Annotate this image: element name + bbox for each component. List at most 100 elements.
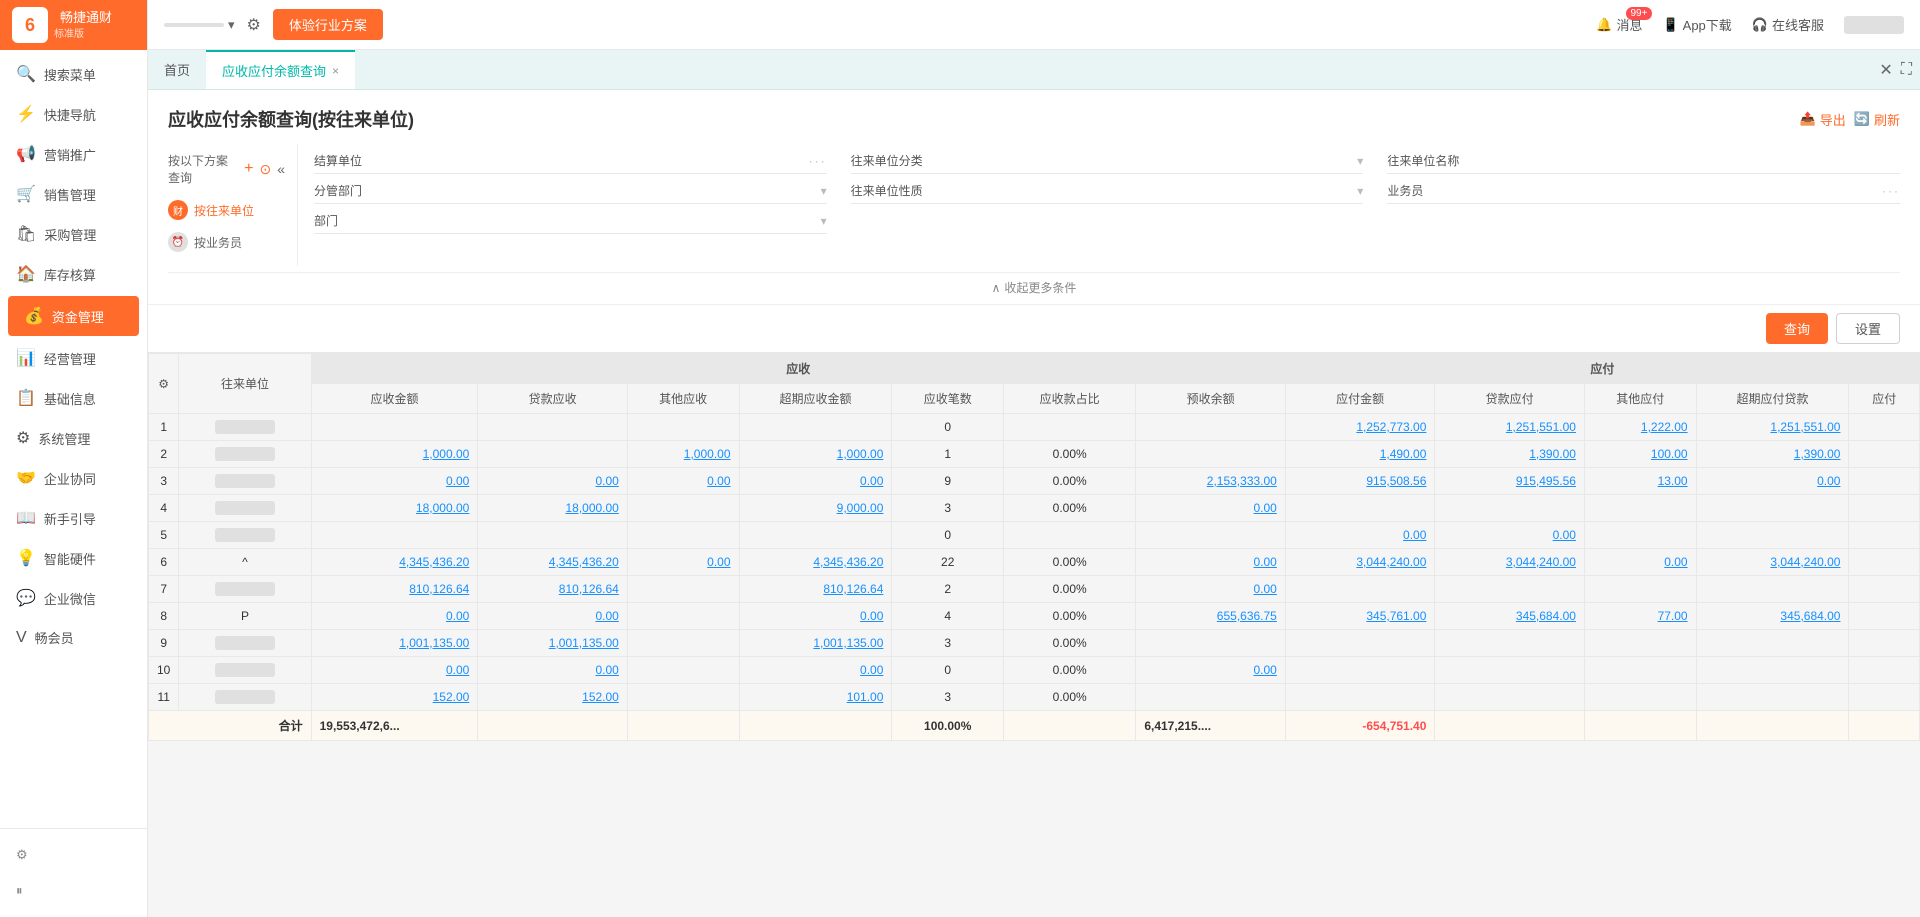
table-settings-icon[interactable]: ⚙	[158, 377, 169, 391]
refresh-icon: 🔄	[1854, 111, 1870, 127]
filter-item-dept: 分管部门 ▾	[314, 182, 827, 204]
tab-bar: 首页 应收应付余额查询 × ✕ ⛶	[148, 50, 1920, 90]
setting-button[interactable]: 设置	[1836, 313, 1900, 344]
sidebar-menu: 🔍 搜索菜单 ⚡ 快捷导航 📢 营销推广 🛒 销售管理 🛍 采购管理 🏠 库存核…	[0, 50, 147, 828]
scheme-label: 按以下方案查询	[168, 152, 238, 186]
company-selector[interactable]: ▾	[164, 17, 235, 33]
sidebar-item-sales[interactable]: 🛒 销售管理	[0, 174, 147, 214]
sidebar-settings-btn[interactable]: ⚙	[0, 837, 147, 873]
sidebar-collapse-btn[interactable]: ⏸	[0, 873, 147, 909]
operations-icon: 📊	[16, 348, 36, 368]
col-other-pay: 其他应付	[1584, 384, 1696, 414]
top-right-actions: 🔔 消息 99+ 📱 App下载 🎧 在线客服	[1596, 15, 1904, 34]
notification-badge: 99+	[1626, 7, 1653, 20]
query-option-salesman[interactable]: ⏰ 按业务员	[168, 226, 285, 258]
company-name	[164, 23, 224, 27]
col-settings: ⚙	[149, 354, 179, 414]
base-info-icon: 📋	[16, 388, 36, 408]
customer-service-btn[interactable]: 🎧 在线客服	[1752, 15, 1824, 34]
flash-icon: ⚡	[16, 104, 36, 124]
search-icon: 🔍	[16, 64, 36, 84]
salesman-dots[interactable]: ···	[1882, 184, 1900, 198]
sidebar-item-hardware[interactable]: 💡 智能硬件	[0, 538, 147, 578]
tab-expand-btn[interactable]: ⛶	[1901, 61, 1912, 79]
logo-name: 畅捷通财	[60, 10, 112, 26]
sidebar-item-operations[interactable]: 📊 经营管理	[0, 338, 147, 378]
tab-receivable[interactable]: 应收应付余额查询 ×	[206, 50, 355, 89]
user-menu[interactable]	[1844, 16, 1904, 34]
query-button[interactable]: 查询	[1766, 313, 1828, 344]
salesman-option-icon: ⏰	[168, 232, 188, 252]
table-row: 8P0.000.000.0040.00%655,636.75345,761.00…	[149, 603, 1920, 630]
sidebar-item-wechat[interactable]: 💬 企业微信	[0, 578, 147, 618]
query-panel-header: 按以下方案查询 + ⊙ «	[168, 152, 285, 186]
filter-item-partner-category: 往来单位分类 ▾	[851, 152, 1364, 174]
app-download-btn[interactable]: 📱 App下载	[1662, 15, 1731, 34]
col-other-recv: 其他应收	[627, 384, 739, 414]
table-row: 9██████1,001,135.001,001,135.001,001,135…	[149, 630, 1920, 657]
add-scheme-btn[interactable]: +	[244, 160, 253, 178]
partner-category-arrow[interactable]: ▾	[1357, 154, 1363, 168]
scheme-settings-btn[interactable]: ⊙	[259, 161, 271, 178]
col-loan-recv: 贷款应收	[478, 384, 628, 414]
system-icon: ⚙	[16, 428, 30, 448]
sidebar-item-finance[interactable]: 💰 资金管理	[8, 296, 139, 336]
partner-nature-arrow[interactable]: ▾	[1357, 184, 1363, 198]
partner-option-icon: 财	[168, 200, 188, 220]
sidebar-item-member[interactable]: V 畅会员	[0, 618, 147, 657]
app-download-label: App下载	[1683, 15, 1732, 34]
collapse-btn[interactable]: ∧ 收起更多条件	[168, 272, 1900, 296]
tab-close-icon[interactable]: ×	[332, 64, 339, 78]
refresh-button[interactable]: 🔄 刷新	[1854, 110, 1900, 129]
query-option-partner[interactable]: 财 按往来单位	[168, 194, 285, 226]
dept-arrow[interactable]: ▾	[821, 184, 827, 198]
export-button[interactable]: 📤 导出	[1800, 110, 1846, 129]
tab-home-label: 首页	[164, 60, 190, 79]
notification-btn[interactable]: 🔔 消息 99+	[1596, 15, 1642, 34]
left-query-panel: 按以下方案查询 + ⊙ « 财 按往来单位 ⏰ 按业务员	[168, 144, 298, 266]
table-row: 11██████152.00152.00101.0030.00%	[149, 684, 1920, 711]
sidebar-item-system[interactable]: ⚙ 系统管理	[0, 418, 147, 458]
sidebar-item-marketing[interactable]: 📢 营销推广	[0, 134, 147, 174]
action-row: 查询 设置	[148, 305, 1920, 352]
wechat-icon: 💬	[16, 588, 36, 608]
customer-service-label: 在线客服	[1772, 15, 1824, 34]
sales-icon: 🛒	[16, 184, 36, 204]
table-row: 4██████18,000.0018,000.009,000.0030.00%0…	[149, 495, 1920, 522]
collapse-icon: ⏸	[16, 883, 23, 899]
headset-icon: 🎧	[1752, 17, 1768, 33]
col-recv-amount: 应收金额	[311, 384, 478, 414]
sidebar-item-collab[interactable]: 🤝 企业协同	[0, 458, 147, 498]
filter-item-partner-nature: 往来单位性质 ▾	[851, 182, 1364, 204]
partner-name-input[interactable]	[1465, 154, 1900, 168]
main-area: ▾ ⚙ 体验行业方案 🔔 消息 99+ 📱 App下载 🎧 在线客服	[148, 0, 1920, 917]
header-actions: 📤 导出 🔄 刷新	[1800, 110, 1900, 129]
settlement-dots[interactable]: ···	[809, 154, 827, 168]
trial-button[interactable]: 体验行业方案	[273, 9, 383, 40]
salesman-option-label: 按业务员	[194, 234, 242, 251]
sidebar-item-purchase[interactable]: 🛍 采购管理	[0, 214, 147, 254]
avatar	[1844, 16, 1904, 34]
chevron-up-icon: ∧	[992, 281, 1001, 295]
filter-item-settlement: 结算单位 ···	[314, 152, 827, 174]
filter-grid: 结算单位 ··· 往来单位分类 ▾ 往来单位名称	[314, 152, 1900, 234]
col-loan-pay: 贷款应付	[1435, 384, 1585, 414]
settlement-label: 结算单位	[314, 152, 362, 169]
tab-receivable-label: 应收应付余额查询	[222, 61, 326, 80]
sidebar-item-inventory[interactable]: 🏠 库存核算	[0, 254, 147, 294]
member-icon: V	[16, 629, 27, 647]
tab-home[interactable]: 首页	[148, 50, 206, 89]
scheme-collapse-btn[interactable]: «	[277, 161, 285, 177]
guide-icon: 📖	[16, 508, 36, 528]
table-row: 6^4,345,436.204,345,436.200.004,345,436.…	[149, 549, 1920, 576]
sidebar-item-base-info[interactable]: 📋 基础信息	[0, 378, 147, 418]
company-dropdown-icon: ▾	[228, 17, 235, 33]
sidebar-item-search[interactable]: 🔍 搜索菜单	[0, 54, 147, 94]
sidebar-item-guide[interactable]: 📖 新手引导	[0, 498, 147, 538]
gear-button[interactable]: ⚙	[247, 15, 261, 35]
tab-close-window-btn[interactable]: ✕	[1879, 60, 1892, 80]
collapse-label: 收起更多条件	[1004, 279, 1076, 296]
branch-dept-arrow[interactable]: ▾	[821, 214, 827, 228]
sidebar-item-quicknav[interactable]: ⚡ 快捷导航	[0, 94, 147, 134]
col-payable-group: 应付	[1285, 354, 1919, 384]
